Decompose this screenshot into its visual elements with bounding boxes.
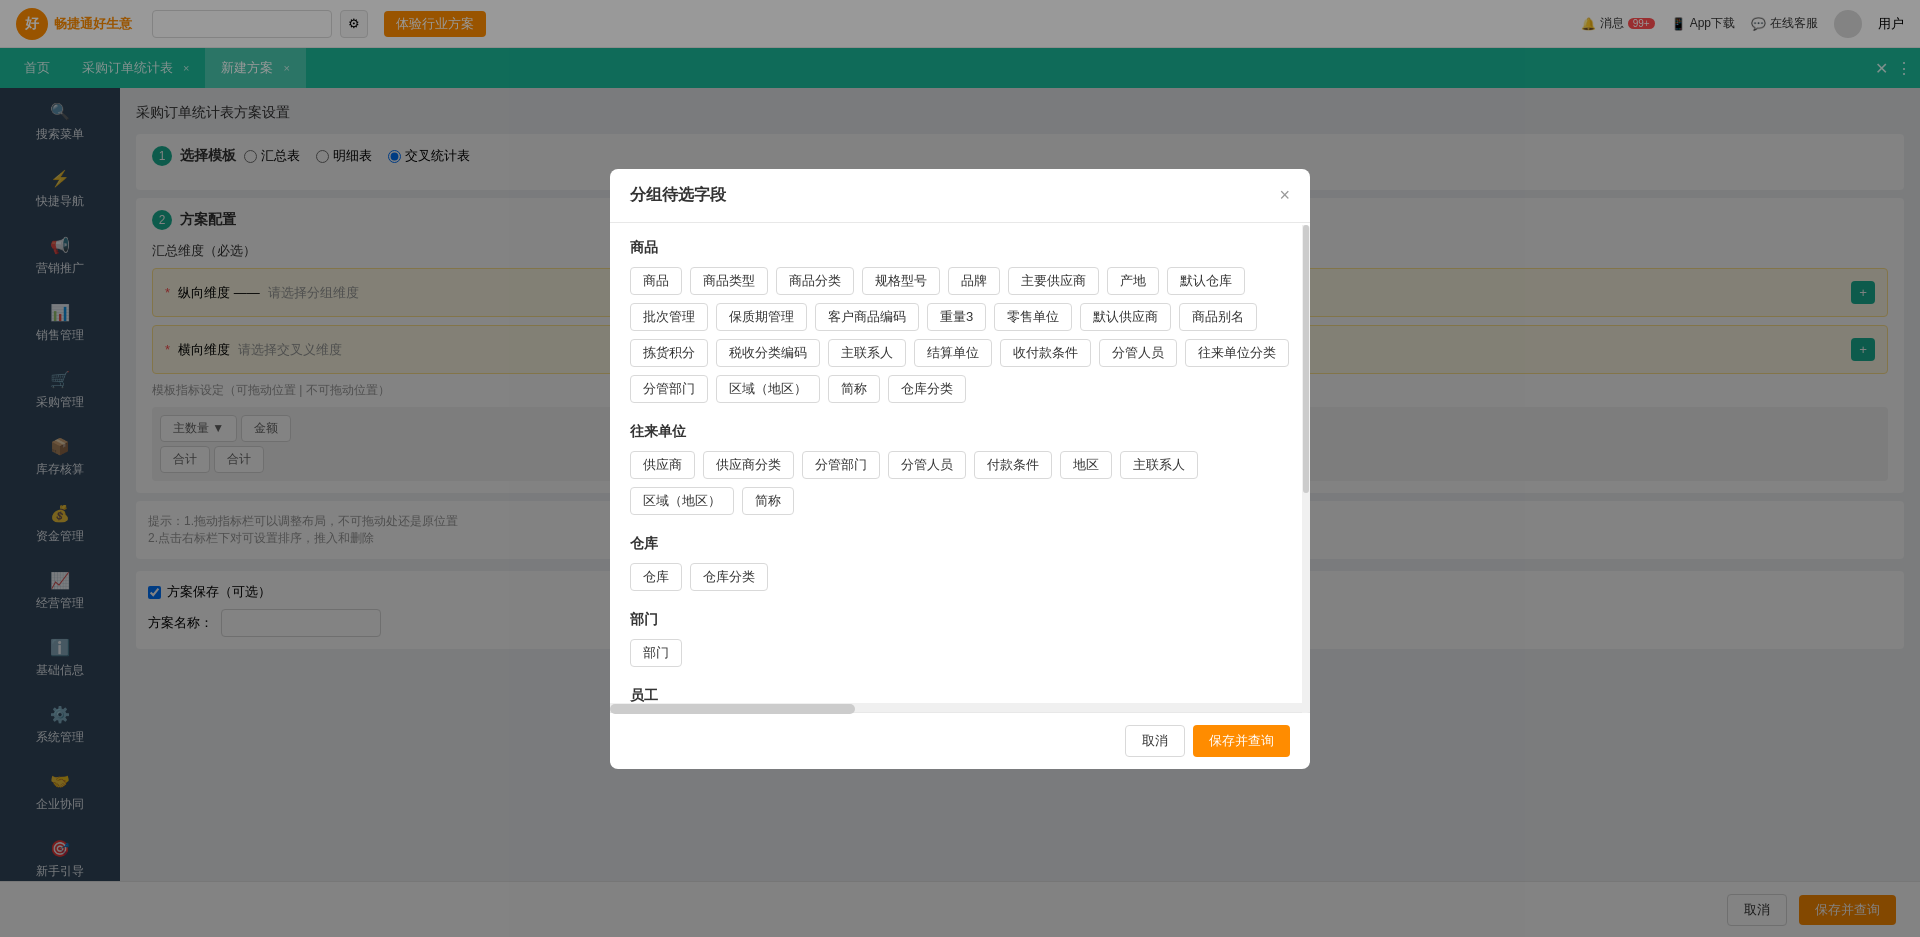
tag-supplier[interactable]: 供应商 (630, 451, 695, 479)
tag-default-supplier[interactable]: 默认供应商 (1080, 303, 1171, 331)
modal-cancel-btn[interactable]: 取消 (1125, 725, 1185, 757)
section-product: 商品 商品 商品类型 商品分类 规格型号 品牌 主要供应商 产地 默认仓库 批次… (630, 239, 1290, 403)
section-warehouse-tags: 仓库 仓库分类 (630, 563, 1290, 591)
tag-product-category[interactable]: 商品分类 (776, 267, 854, 295)
section-counterparty-tags: 供应商 供应商分类 分管部门 分管人员 付款条件 地区 主联系人 区域（地区） … (630, 451, 1290, 515)
tag-warehouse-category[interactable]: 仓库分类 (888, 375, 966, 403)
tag-transaction-category[interactable]: 往来单位分类 (1185, 339, 1289, 367)
section-counterparty: 往来单位 供应商 供应商分类 分管部门 分管人员 付款条件 地区 主联系人 区域… (630, 423, 1290, 515)
tag-short-name-product[interactable]: 简称 (828, 375, 880, 403)
tag-tax-code[interactable]: 税收分类编码 (716, 339, 820, 367)
section-dept-tags: 部门 (630, 639, 1290, 667)
section-staff-title: 员工 (630, 687, 1290, 704)
tag-area-cp[interactable]: 区域（地区） (630, 487, 734, 515)
tag-supervisor[interactable]: 分管人员 (1099, 339, 1177, 367)
tag-supplier-category[interactable]: 供应商分类 (703, 451, 794, 479)
modal-footer: 取消 保存并查询 (610, 712, 1310, 769)
tag-batch-mgmt[interactable]: 批次管理 (630, 303, 708, 331)
tag-origin[interactable]: 产地 (1107, 267, 1159, 295)
section-product-tags: 商品 商品类型 商品分类 规格型号 品牌 主要供应商 产地 默认仓库 批次管理 … (630, 267, 1290, 403)
tag-pick-points[interactable]: 拣货积分 (630, 339, 708, 367)
modal-close-btn[interactable]: × (1279, 185, 1290, 206)
tag-warehouse-cat[interactable]: 仓库分类 (690, 563, 768, 591)
tag-retail-unit[interactable]: 零售单位 (994, 303, 1072, 331)
tag-spec-model[interactable]: 规格型号 (862, 267, 940, 295)
tag-main-supplier[interactable]: 主要供应商 (1008, 267, 1099, 295)
section-counterparty-title: 往来单位 (630, 423, 1290, 441)
tag-payment-cp[interactable]: 付款条件 (974, 451, 1052, 479)
tag-default-warehouse[interactable]: 默认仓库 (1167, 267, 1245, 295)
section-warehouse-title: 仓库 (630, 535, 1290, 553)
modal-title: 分组待选字段 (630, 185, 726, 206)
tag-manager-cp[interactable]: 分管人员 (888, 451, 966, 479)
tag-region-product[interactable]: 区域（地区） (716, 375, 820, 403)
tag-region-cp[interactable]: 地区 (1060, 451, 1112, 479)
modal-h-scrollbar[interactable] (610, 703, 1310, 711)
modal-body: 商品 商品 商品类型 商品分类 规格型号 品牌 主要供应商 产地 默认仓库 批次… (610, 223, 1310, 704)
tag-dept[interactable]: 部门 (630, 639, 682, 667)
modal-header: 分组待选字段 × (610, 169, 1310, 223)
tag-customer-code[interactable]: 客户商品编码 (815, 303, 919, 331)
tag-brand[interactable]: 品牌 (948, 267, 1000, 295)
modal-overlay: 分组待选字段 × 商品 商品 商品类型 商品分类 规格型号 品牌 主要供应商 产… (0, 0, 1920, 937)
tag-expiry-mgmt[interactable]: 保质期管理 (716, 303, 807, 331)
tag-dept-cp[interactable]: 分管部门 (802, 451, 880, 479)
field-selection-modal: 分组待选字段 × 商品 商品 商品类型 商品分类 规格型号 品牌 主要供应商 产… (610, 169, 1310, 769)
tag-payment-terms[interactable]: 收付款条件 (1000, 339, 1091, 367)
section-dept: 部门 部门 (630, 611, 1290, 667)
section-staff: 员工 业务员 (630, 687, 1290, 704)
tag-product[interactable]: 商品 (630, 267, 682, 295)
tag-main-contact-cp[interactable]: 主联系人 (1120, 451, 1198, 479)
section-product-title: 商品 (630, 239, 1290, 257)
section-dept-title: 部门 (630, 611, 1290, 629)
tag-product-alias[interactable]: 商品别名 (1179, 303, 1257, 331)
tag-warehouse[interactable]: 仓库 (630, 563, 682, 591)
tag-main-contact[interactable]: 主联系人 (828, 339, 906, 367)
tag-short-name-cp[interactable]: 简称 (742, 487, 794, 515)
tag-weight3[interactable]: 重量3 (927, 303, 986, 331)
tag-settlement-unit[interactable]: 结算单位 (914, 339, 992, 367)
modal-confirm-btn[interactable]: 保存并查询 (1193, 725, 1290, 757)
tag-product-type[interactable]: 商品类型 (690, 267, 768, 295)
section-warehouse: 仓库 仓库 仓库分类 (630, 535, 1290, 591)
tag-dept-mgmt[interactable]: 分管部门 (630, 375, 708, 403)
